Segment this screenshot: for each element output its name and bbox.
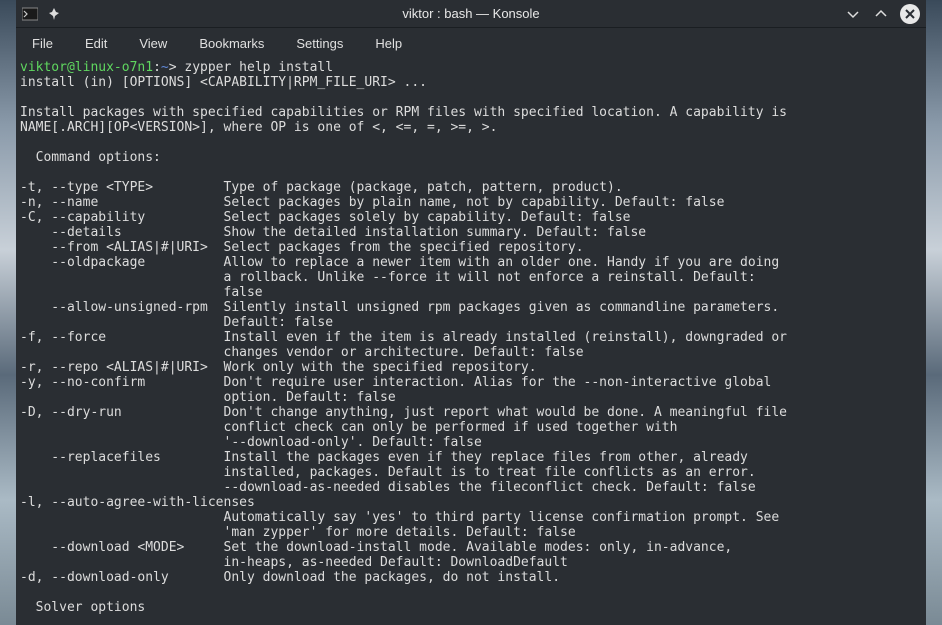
konsole-window: viktor : bash — Konsole File Edit View B… bbox=[16, 0, 926, 625]
opt-oldpackage1: --oldpackage Allow to replace a newer it… bbox=[20, 255, 779, 270]
opt-replacefiles1: --replacefiles Install the packages even… bbox=[20, 450, 748, 465]
desktop-background-right bbox=[926, 0, 942, 625]
opt-capability: -C, --capability Select packages solely … bbox=[20, 210, 630, 225]
window-title: viktor : bash — Konsole bbox=[402, 6, 539, 21]
opt-details: --details Show the detailed installation… bbox=[20, 225, 646, 240]
description-line1: Install packages with specified capabili… bbox=[20, 105, 787, 120]
opt-force2: changes vendor or architecture. Default:… bbox=[20, 345, 584, 360]
titlebar-left bbox=[22, 6, 62, 22]
prompt-path: ~ bbox=[161, 60, 169, 75]
opt-oldpackage3: false bbox=[20, 285, 263, 300]
opt-license2: Automatically say 'yes' to third party l… bbox=[20, 510, 779, 525]
opt-name: -n, --name Select packages by plain name… bbox=[20, 195, 724, 210]
opt-force1: -f, --force Install even if the item is … bbox=[20, 330, 787, 345]
terminal-icon bbox=[22, 6, 38, 22]
opt-unsigned2: Default: false bbox=[20, 315, 333, 330]
prompt-user: viktor@linux-o7n1 bbox=[20, 60, 153, 75]
desktop-background-left bbox=[0, 0, 16, 625]
maximize-button[interactable] bbox=[872, 5, 890, 23]
opt-dryrun2: conflict check can only be performed if … bbox=[20, 420, 677, 435]
prompt-sep: : bbox=[153, 60, 161, 75]
opt-downloadonly: -d, --download-only Only download the pa… bbox=[20, 570, 560, 585]
usage-line: install (in) [OPTIONS] <CAPABILITY|RPM_F… bbox=[20, 75, 427, 90]
command-options-header: Command options: bbox=[20, 150, 161, 165]
opt-download2: in-heaps, as-needed Default: DownloadDef… bbox=[20, 555, 568, 570]
terminal-area[interactable]: viktor@linux-o7n1:~> zypper help install… bbox=[16, 58, 926, 625]
minimize-button[interactable] bbox=[844, 5, 862, 23]
menubar: File Edit View Bookmarks Settings Help bbox=[16, 28, 926, 58]
opt-dryrun1: -D, --dry-run Don't change anything, jus… bbox=[20, 405, 787, 420]
opt-oldpackage2: a rollback. Unlike --force it will not e… bbox=[20, 270, 756, 285]
opt-dryrun3: '--download-only'. Default: false bbox=[20, 435, 482, 450]
close-button[interactable] bbox=[900, 4, 920, 24]
menu-settings[interactable]: Settings bbox=[290, 32, 349, 55]
opt-license1: -l, --auto-agree-with-licenses bbox=[20, 495, 255, 510]
opt-download1: --download <MODE> Set the download-insta… bbox=[20, 540, 732, 555]
opt-license3: 'man zypper' for more details. Default: … bbox=[20, 525, 576, 540]
description-line2: NAME[.ARCH][OP<VERSION>], where OP is on… bbox=[20, 120, 497, 135]
command-text: zypper help install bbox=[184, 60, 333, 75]
prompt-end: > bbox=[169, 60, 177, 75]
menu-help[interactable]: Help bbox=[369, 32, 408, 55]
opt-repo: -r, --repo <ALIAS|#|URI> Work only with … bbox=[20, 360, 537, 375]
solver-options-header: Solver options bbox=[20, 600, 145, 615]
opt-from: --from <ALIAS|#|URI> Select packages fro… bbox=[20, 240, 584, 255]
menu-bookmarks[interactable]: Bookmarks bbox=[193, 32, 270, 55]
opt-noconfirm1: -y, --no-confirm Don't require user inte… bbox=[20, 375, 771, 390]
menu-file[interactable]: File bbox=[26, 32, 59, 55]
opt-replacefiles2: installed, packages. Default is to treat… bbox=[20, 465, 756, 480]
menu-edit[interactable]: Edit bbox=[79, 32, 113, 55]
titlebar: viktor : bash — Konsole bbox=[16, 0, 926, 28]
window-controls bbox=[844, 4, 920, 24]
pin-icon[interactable] bbox=[46, 6, 62, 22]
opt-noconfirm2: option. Default: false bbox=[20, 390, 396, 405]
opt-type: -t, --type <TYPE> Type of package (packa… bbox=[20, 180, 623, 195]
opt-replacefiles3: --download-as-needed disables the fileco… bbox=[20, 480, 756, 495]
opt-unsigned1: --allow-unsigned-rpm Silently install un… bbox=[20, 300, 779, 315]
menu-view[interactable]: View bbox=[133, 32, 173, 55]
